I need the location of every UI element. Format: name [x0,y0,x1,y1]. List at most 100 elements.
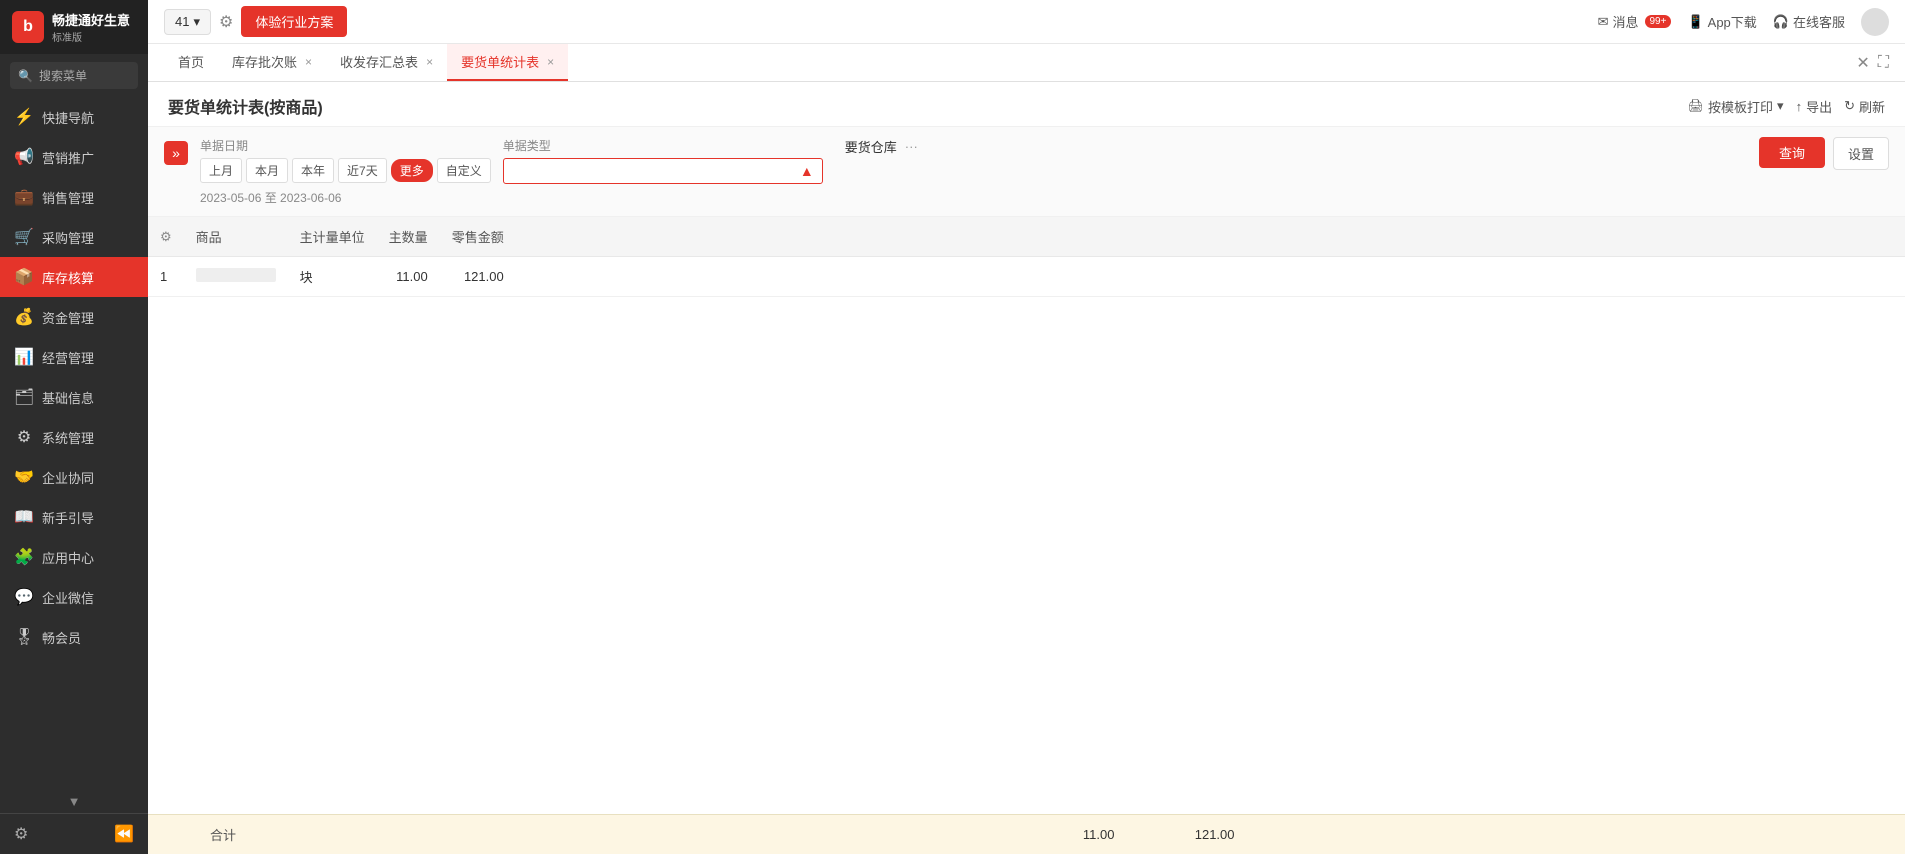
refresh-action[interactable]: ↻ 刷新 [1844,97,1885,116]
tab-inventory-batch-label: 库存批次账 [232,52,297,71]
app-download-group[interactable]: 📱 App下载 [1687,12,1756,31]
nav-icon: 💬 [14,587,34,607]
search-label: 搜索菜单 [39,67,87,84]
sidebar-item-changhyuyan[interactable]: 🎖 畅会员 [0,617,148,657]
date-buttons: 上月 本月 本年 近7天 更多 自定义 [200,158,491,183]
this-month-btn[interactable]: 本月 [246,158,288,183]
message-label: 消息 [1612,12,1638,31]
page-inner: 要货单统计表(按商品) 🖨 按模板打印 ▾ ↑ 导出 ↻ 刷新 [148,82,1905,814]
sidebar-footer: ⚙ ⏪ [0,813,148,854]
company-selector[interactable]: 41 ▾ [164,9,211,35]
last-7days-btn[interactable]: 近7天 [338,158,387,183]
tab-requisition-close[interactable]: × [547,55,554,69]
sidebar-item-qiyexietong[interactable]: 🤝 企业协同 [0,457,148,497]
tabbar: 首页 库存批次账 × 收发存汇总表 × 要货单统计表 × ✕ ⛶ [148,44,1905,82]
user-avatar[interactable] [1861,8,1889,36]
tab-requisition[interactable]: 要货单统计表 × [447,44,568,81]
nav-icon: 🎖 [14,627,34,647]
nav-label: 快捷导航 [42,108,94,127]
custom-date-btn[interactable]: 自定义 [437,158,491,183]
tab-inventory-batch-close[interactable]: × [305,55,312,69]
sidebar-collapse-button[interactable]: ⏪ [114,824,134,844]
cell-goods [184,257,288,297]
sidebar-item-yingxiaotuiguang[interactable]: 📢 营销推广 [0,137,148,177]
sidebar-item-qiyeweixin[interactable]: 💬 企业微信 [0,577,148,617]
topbar-settings-icon[interactable]: ⚙ [219,12,233,32]
app-title: 畅捷通好生意 [52,10,130,29]
tabbar-actions: ✕ ⛶ [1856,53,1889,73]
export-action[interactable]: ↑ 导出 [1796,97,1833,116]
nav-icon: 📢 [14,147,34,167]
table-row: 1 块 11.00 121.00 [148,257,1905,297]
table-container: ⚙ 商品 主计量单位 主数量 零售金额 1 块 [148,217,1905,297]
footer-qty: 11.00 [1019,827,1139,842]
warehouse-filter-group: 要货仓库 ··· [845,137,918,156]
trial-button[interactable]: 体验行业方案 [241,6,347,37]
nav-icon: 📦 [14,267,34,287]
type-filter-select[interactable]: ▲ [503,158,823,184]
nav-icon: 📖 [14,507,34,527]
col-qty: 主数量 [377,217,440,257]
sidebar-item-kucunhesuan[interactable]: 📦 库存核算 [0,257,148,297]
tab-restore-icon[interactable]: ⛶ [1878,54,1889,72]
warehouse-dots-icon[interactable]: ··· [905,139,918,154]
query-button[interactable]: 查询 [1759,137,1825,168]
sidebar-item-xinshouyindao[interactable]: 📖 新手引导 [0,497,148,537]
sidebar-item-zijinguanli[interactable]: 💰 资金管理 [0,297,148,337]
filter-bar: » 单据日期 上月 本月 本年 近7天 更多 自定义 2023-05-06 至 … [148,127,1905,217]
sidebar-item-xitongguanli[interactable]: ⚙ 系统管理 [0,417,148,457]
cell-qty: 11.00 [377,257,440,297]
page-title: 要货单统计表(按商品) [168,94,323,118]
messages-group[interactable]: ✉ 消息 99+ [1598,12,1672,31]
filter-settings-button[interactable]: 设置 [1833,137,1889,170]
nav-label: 营销推广 [42,148,94,167]
tab-summary-label: 收发存汇总表 [340,52,418,71]
nav-label: 应用中心 [42,548,94,567]
date-filter-label: 单据日期 [200,137,491,154]
sidebar-item-xiaoshouguanli[interactable]: 💼 销售管理 [0,177,148,217]
nav-icon: 🤝 [14,467,34,487]
type-filter-group: 单据类型 ▲ [503,137,823,184]
cell-amount: 121.00 [440,257,516,297]
col-goods: 商品 [184,217,288,257]
phone-icon: 📱 [1687,14,1703,30]
more-date-btn[interactable]: 更多 [391,159,433,182]
print-template-action[interactable]: 🖨 按模板打印 ▾ [1688,97,1784,116]
cell-extra [516,257,1905,297]
tab-home[interactable]: 首页 [164,44,218,81]
sidebar-search[interactable]: 🔍 搜索菜单 [10,62,138,89]
export-icon: ↑ [1796,99,1803,114]
nav-label: 企业微信 [42,588,94,607]
tab-close-all-icon[interactable]: ✕ [1856,53,1869,73]
sidebar-item-yingyongzhongxin[interactable]: 🧩 应用中心 [0,537,148,577]
tab-inventory-batch[interactable]: 库存批次账 × [218,44,326,81]
export-label: 导出 [1806,97,1832,116]
this-year-btn[interactable]: 本年 [292,158,334,183]
nav-label: 基础信息 [42,388,94,407]
message-icon: ✉ [1598,14,1609,30]
sidebar-item-jichuxinxi[interactable]: 🗂 基础信息 [0,377,148,417]
app-download-label: App下载 [1708,12,1757,31]
sidebar-item-kuaijiedaohang[interactable]: ⚡ 快捷导航 [0,97,148,137]
col-settings-icon[interactable]: ⚙ [160,229,172,244]
nav-label: 经营管理 [42,348,94,367]
topbar-right: ✉ 消息 99+ 📱 App下载 🎧 在线客服 [1598,8,1889,36]
tab-summary[interactable]: 收发存汇总表 × [326,44,447,81]
print-icon: 🖨 [1688,98,1705,114]
online-service-group[interactable]: 🎧 在线客服 [1773,12,1845,31]
sidebar-item-jingyingguanli[interactable]: 📊 经营管理 [0,337,148,377]
last-month-btn[interactable]: 上月 [200,158,242,183]
tab-summary-close[interactable]: × [426,55,433,69]
settings-footer-icon[interactable]: ⚙ [14,824,28,844]
sidebar-scroll-down[interactable]: ▼ [0,790,148,813]
expand-filter-button[interactable]: » [164,141,188,165]
nav-icon: 🗂 [14,387,34,407]
nav-label: 企业协同 [42,468,94,487]
tab-home-label: 首页 [178,52,204,71]
nav-label: 采购管理 [42,228,94,247]
date-filter-group: 单据日期 上月 本月 本年 近7天 更多 自定义 2023-05-06 至 20… [200,137,491,206]
nav-icon: 📊 [14,347,34,367]
nav-icon: 💰 [14,307,34,327]
sidebar-item-caigouguanli[interactable]: 🛒 采购管理 [0,217,148,257]
online-service-label: 在线客服 [1793,12,1845,31]
